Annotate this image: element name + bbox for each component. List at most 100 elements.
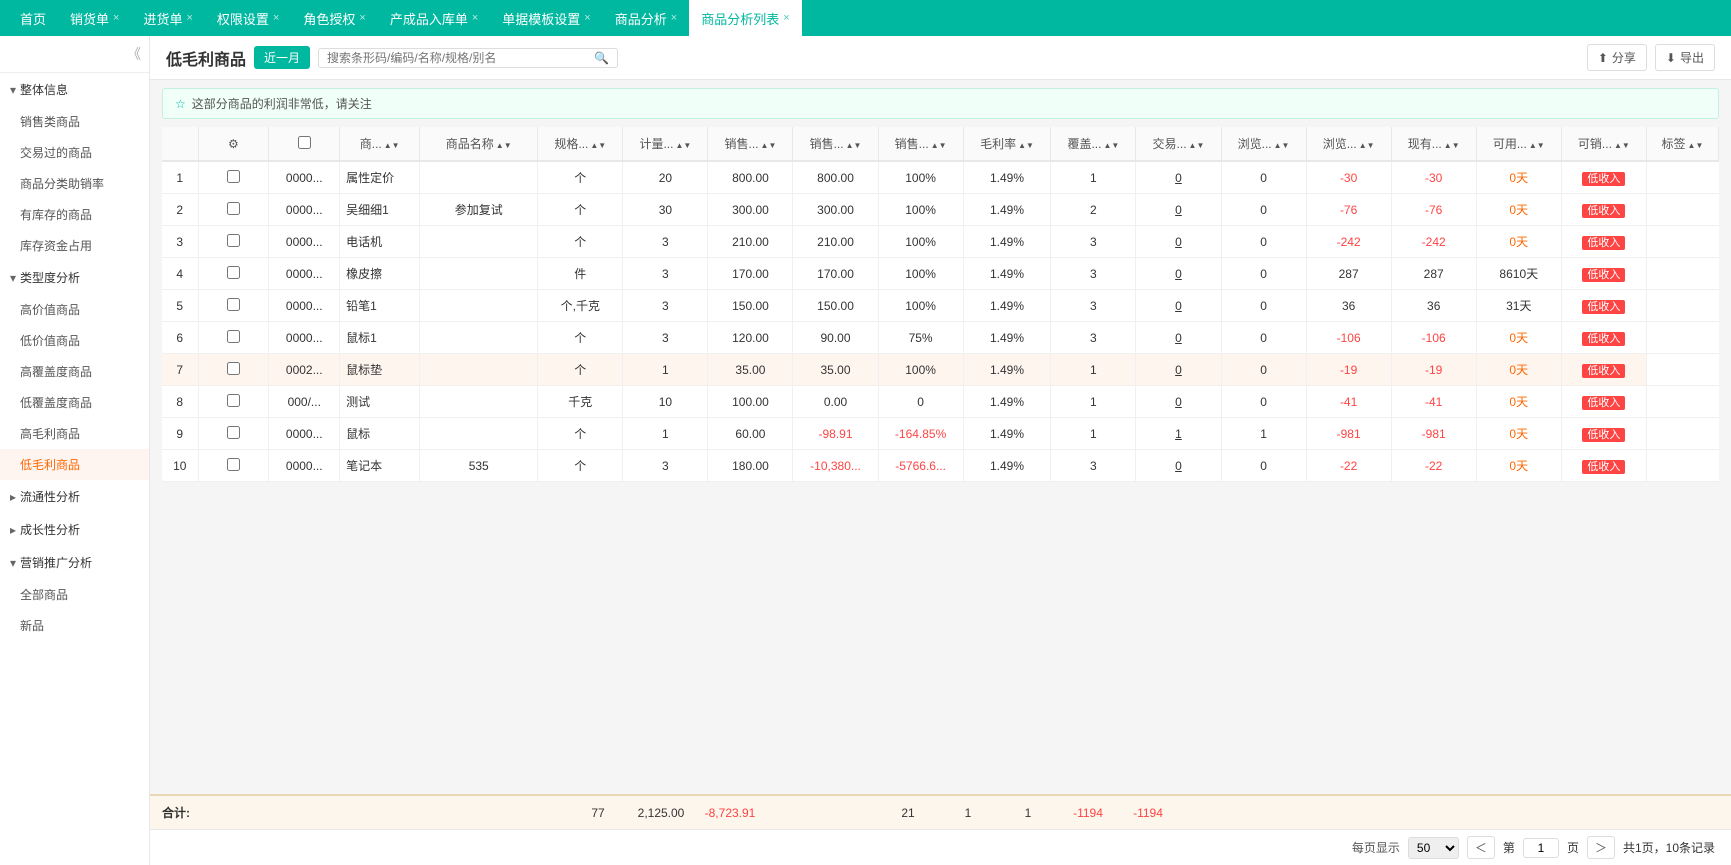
row-checkbox[interactable] [227, 170, 240, 183]
sort-icon[interactable]: ▲▼ [1189, 142, 1205, 150]
sort-icon[interactable]: ▲▼ [590, 142, 606, 150]
sort-icon[interactable]: ▲▼ [496, 142, 512, 150]
nav-item[interactable]: 权限设置× [205, 0, 291, 36]
cell-view1[interactable]: 0 [1136, 226, 1221, 258]
sort-icon[interactable]: ▲▼ [1274, 142, 1290, 150]
cell-checkbox[interactable] [198, 386, 269, 418]
sort-icon[interactable]: ▲▼ [1103, 142, 1119, 150]
view-link[interactable]: 1 [1175, 427, 1182, 441]
sort-icon[interactable]: ▲▼ [1688, 142, 1704, 150]
close-icon[interactable]: × [783, 12, 789, 24]
cell-view1[interactable]: 0 [1136, 354, 1221, 386]
nav-item[interactable]: 角色授权× [291, 0, 377, 36]
sidebar-item[interactable]: 商品分类助销率 [0, 168, 149, 199]
sort-icon[interactable]: ▲▼ [384, 142, 400, 150]
close-icon[interactable]: × [273, 12, 279, 24]
cell-view1[interactable]: 0 [1136, 161, 1221, 194]
search-icon[interactable]: 🔍 [594, 51, 609, 65]
cell-checkbox[interactable] [198, 161, 269, 194]
view-link[interactable]: 0 [1175, 395, 1182, 409]
sort-icon[interactable]: ▲▼ [761, 142, 777, 150]
row-checkbox[interactable] [227, 330, 240, 343]
sort-icon[interactable]: ▲▼ [846, 142, 862, 150]
row-checkbox[interactable] [227, 426, 240, 439]
cell-view1[interactable]: 0 [1136, 386, 1221, 418]
cell-checkbox[interactable] [198, 258, 269, 290]
period-button[interactable]: 近一月 [254, 46, 310, 69]
cell-view1[interactable]: 0 [1136, 290, 1221, 322]
share-button[interactable]: ⬆ 分享 [1587, 44, 1647, 71]
sidebar-group-title[interactable]: ▾类型度分析 [0, 261, 149, 294]
sidebar-item[interactable]: 全部商品 [0, 579, 149, 610]
cell-view1[interactable]: 0 [1136, 258, 1221, 290]
cell-checkbox[interactable] [198, 194, 269, 226]
close-icon[interactable]: × [584, 12, 590, 24]
row-checkbox[interactable] [227, 202, 240, 215]
cell-checkbox[interactable] [198, 354, 269, 386]
col-header-settings[interactable]: ⚙ [198, 127, 269, 161]
close-icon[interactable]: × [359, 12, 365, 24]
nav-item[interactable]: 进货单× [131, 0, 204, 36]
cell-view1[interactable]: 0 [1136, 450, 1221, 482]
nav-item[interactable]: 首页 [8, 0, 58, 36]
view-link[interactable]: 0 [1175, 235, 1182, 249]
page-number-input[interactable] [1523, 838, 1559, 858]
sort-icon[interactable]: ▲▼ [1018, 142, 1034, 150]
close-icon[interactable]: × [472, 12, 478, 24]
nav-item[interactable]: 产成品入库单× [378, 0, 490, 36]
view-link[interactable]: 0 [1175, 299, 1182, 313]
sidebar-item[interactable]: 高毛利商品 [0, 418, 149, 449]
cell-checkbox[interactable] [198, 322, 269, 354]
row-checkbox[interactable] [227, 234, 240, 247]
nav-item[interactable]: 销货单× [58, 0, 131, 36]
close-icon[interactable]: × [186, 12, 192, 24]
sidebar-collapse-button[interactable]: 《 [0, 36, 149, 73]
close-icon[interactable]: × [113, 12, 119, 24]
sort-icon[interactable]: ▲▼ [675, 142, 691, 150]
nav-item[interactable]: 单据模板设置× [490, 0, 602, 36]
cell-checkbox[interactable] [198, 226, 269, 258]
next-page-button[interactable]: ＞ [1587, 836, 1615, 859]
cell-checkbox[interactable] [198, 450, 269, 482]
view-link[interactable]: 0 [1175, 267, 1182, 281]
sidebar-item[interactable]: 低价值商品 [0, 325, 149, 356]
cell-checkbox[interactable] [198, 418, 269, 450]
page-size-select[interactable]: 2050100 [1408, 837, 1459, 859]
row-checkbox[interactable] [227, 298, 240, 311]
row-checkbox[interactable] [227, 458, 240, 471]
row-checkbox[interactable] [227, 266, 240, 279]
sort-icon[interactable]: ▲▼ [1359, 142, 1375, 150]
sidebar-item[interactable]: 销售类商品 [0, 106, 149, 137]
cell-checkbox[interactable] [198, 290, 269, 322]
sidebar-item[interactable]: 高覆盖度商品 [0, 356, 149, 387]
prev-page-button[interactable]: ＜ [1467, 836, 1495, 859]
sort-icon[interactable]: ▲▼ [1614, 142, 1630, 150]
sort-icon[interactable]: ▲▼ [931, 142, 947, 150]
sidebar-item[interactable]: 库存资金占用 [0, 230, 149, 261]
sidebar-item[interactable]: 交易过的商品 [0, 137, 149, 168]
sidebar-group-title[interactable]: ▾整体信息 [0, 73, 149, 106]
row-checkbox[interactable] [227, 362, 240, 375]
row-checkbox[interactable] [227, 394, 240, 407]
settings-icon[interactable]: ⚙ [228, 137, 239, 151]
view-link[interactable]: 0 [1175, 203, 1182, 217]
sidebar-group-title[interactable]: ▾营销推广分析 [0, 546, 149, 579]
export-button[interactable]: ⬇ 导出 [1655, 44, 1715, 71]
col-header-checkbox[interactable] [269, 127, 340, 161]
sidebar-item[interactable]: 低毛利商品 [0, 449, 149, 480]
cell-view1[interactable]: 0 [1136, 194, 1221, 226]
sidebar-item[interactable]: 新品 [0, 610, 149, 641]
cell-view1[interactable]: 1 [1136, 418, 1221, 450]
select-all-checkbox[interactable] [298, 136, 311, 149]
sidebar-group-title[interactable]: ▸成长性分析 [0, 513, 149, 546]
view-link[interactable]: 0 [1175, 363, 1182, 377]
search-input[interactable] [327, 51, 594, 65]
sidebar-item[interactable]: 低覆盖度商品 [0, 387, 149, 418]
cell-view1[interactable]: 0 [1136, 322, 1221, 354]
sidebar-item[interactable]: 有库存的商品 [0, 199, 149, 230]
view-link[interactable]: 0 [1175, 171, 1182, 185]
view-link[interactable]: 0 [1175, 459, 1182, 473]
nav-item[interactable]: 商品分析× [603, 0, 689, 36]
sort-icon[interactable]: ▲▼ [1444, 142, 1460, 150]
nav-item[interactable]: 商品分析列表× [689, 0, 801, 36]
